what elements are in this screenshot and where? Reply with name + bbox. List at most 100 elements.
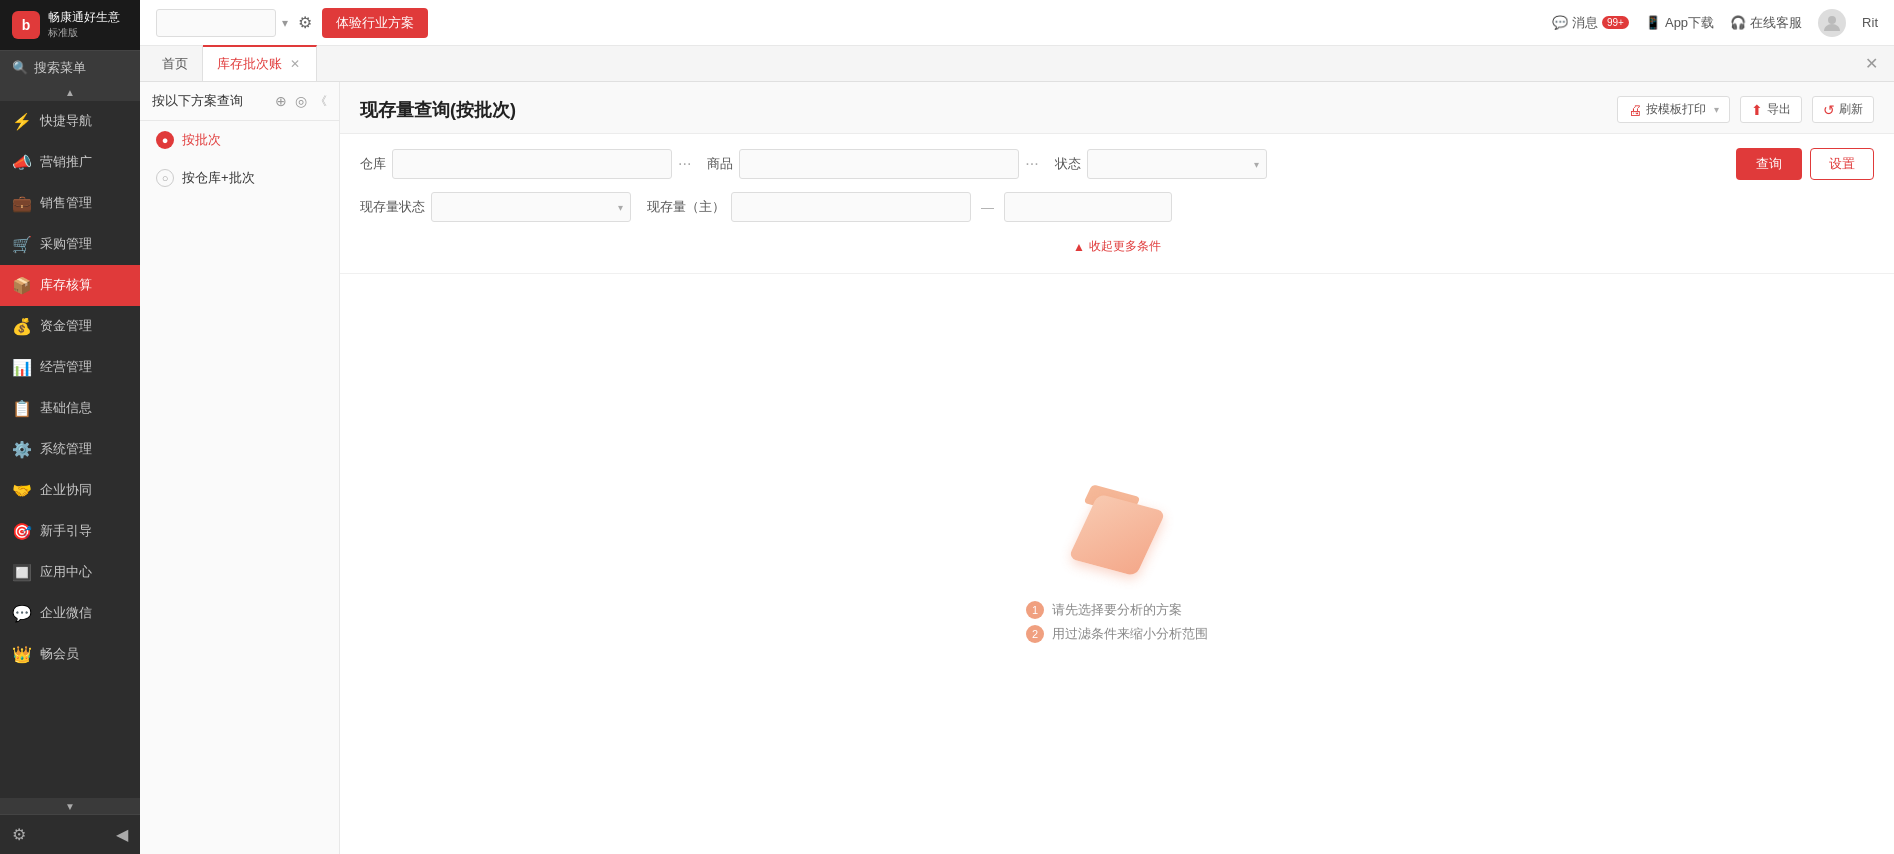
marketing-icon: 📣 [12, 153, 32, 172]
sidebar-item-label: 销售管理 [40, 194, 92, 212]
inventory-main-dash: — [977, 200, 998, 215]
sidebar-scroll-down[interactable]: ▼ [0, 798, 140, 814]
left-panel: 按以下方案查询 ⊕ ◎ 《 ● 按批次 ○ 按仓库+批次 [140, 82, 340, 854]
search-icon: 🔍 [12, 60, 28, 75]
product-dots[interactable]: ··· [1025, 155, 1038, 173]
scheme-item-by-batch[interactable]: ● 按批次 [140, 121, 339, 159]
filter-row-2: 现存量状态 ▾ 现存量（主） — [360, 192, 1874, 222]
scheme-item-by-warehouse-batch[interactable]: ○ 按仓库+批次 [140, 159, 339, 197]
query-button[interactable]: 查询 [1736, 148, 1802, 180]
sidebar-item-system[interactable]: ⚙️ 系统管理 [0, 429, 140, 470]
inventory-main-from-input[interactable] [731, 192, 971, 222]
collapse-more-label: 收起更多条件 [1089, 238, 1161, 255]
collapse-up-icon: ▲ [1073, 240, 1085, 254]
basic-info-icon: 📋 [12, 399, 32, 418]
avatar[interactable] [1818, 9, 1846, 37]
hint-item-2: 2 用过滤条件来缩小分析范围 [1026, 625, 1208, 643]
topbar-actions: 💬 消息 99+ 📱 App下载 🎧 在线客服 Rit [1552, 9, 1878, 37]
sidebar-item-quick-nav[interactable]: ⚡ 快捷导航 [0, 101, 140, 142]
export-button[interactable]: ⬆ 导出 [1740, 96, 1802, 123]
sidebar-item-operations[interactable]: 📊 经营管理 [0, 347, 140, 388]
sidebar: b 畅康通好生意 标准版 🔍 搜索菜单 ▲ ⚡ 快捷导航 📣 营销推广 💼 销售… [0, 0, 140, 854]
tab-close-right-icon[interactable]: ✕ [1857, 54, 1886, 73]
left-panel-title: 按以下方案查询 [152, 92, 243, 110]
sidebar-item-label: 系统管理 [40, 440, 92, 458]
online-service-label: 在线客服 [1750, 14, 1802, 32]
refresh-icon: ↺ [1823, 102, 1835, 118]
sidebar-item-member[interactable]: 👑 畅会员 [0, 634, 140, 675]
warehouse-filter: 仓库 ··· [360, 149, 691, 179]
app-center-icon: 🔲 [12, 563, 32, 582]
sidebar-item-sales[interactable]: 💼 销售管理 [0, 183, 140, 224]
collapse-panel-icon[interactable]: 《 [315, 93, 327, 110]
tab-home[interactable]: 首页 [148, 46, 203, 82]
sidebar-item-label: 畅会员 [40, 645, 79, 663]
settings-scheme-icon[interactable]: ◎ [295, 93, 307, 109]
breadcrumb-input[interactable] [156, 9, 276, 37]
sidebar-item-inventory[interactable]: 📦 库存核算 [0, 265, 140, 306]
empty-illustration [1067, 485, 1167, 585]
sidebar-item-newbie[interactable]: 🎯 新手引导 [0, 511, 140, 552]
inventory-main-label: 现存量（主） [647, 198, 725, 216]
collapse-more-btn[interactable]: ▲ 收起更多条件 [360, 234, 1874, 263]
settings-icon[interactable]: ⚙ [12, 825, 26, 844]
messages-btn[interactable]: 💬 消息 99+ [1552, 14, 1629, 32]
sidebar-item-label: 企业协同 [40, 481, 92, 499]
app-download-icon: 📱 [1645, 15, 1661, 30]
sidebar-item-enterprise-wechat[interactable]: 💬 企业微信 [0, 593, 140, 634]
online-service-btn[interactable]: 🎧 在线客服 [1730, 14, 1802, 32]
topbar-gear-icon[interactable]: ⚙ [298, 13, 312, 32]
tab-inventory-batch-label: 库存批次账 [217, 55, 282, 73]
settings-button[interactable]: 设置 [1810, 148, 1874, 180]
empty-hints: 1 请先选择要分析的方案 2 用过滤条件来缩小分析范围 [1026, 601, 1208, 643]
warehouse-dots[interactable]: ··· [678, 155, 691, 173]
inventory-status-select[interactable] [431, 192, 631, 222]
app-download-btn[interactable]: 📱 App下载 [1645, 14, 1714, 32]
sidebar-item-app-center[interactable]: 🔲 应用中心 [0, 552, 140, 593]
sidebar-item-marketing[interactable]: 📣 营销推广 [0, 142, 140, 183]
warehouse-input[interactable] [392, 149, 672, 179]
product-input[interactable] [739, 149, 1019, 179]
page-title: 现存量查询(按批次) [360, 98, 516, 122]
status-select-wrap: ▾ [1087, 149, 1267, 179]
filter-row-1: 仓库 ··· 商品 ··· 状态 [360, 148, 1874, 180]
hint-item-1: 1 请先选择要分析的方案 [1026, 601, 1208, 619]
tab-close-icon[interactable]: ✕ [288, 57, 302, 71]
hint-text-1: 请先选择要分析的方案 [1052, 601, 1182, 619]
trial-button[interactable]: 体验行业方案 [322, 8, 428, 38]
left-panel-icons: ⊕ ◎ 《 [275, 93, 327, 110]
search-label: 搜索菜单 [34, 59, 86, 77]
collapse-sidebar-icon[interactable]: ◀ [116, 825, 128, 844]
refresh-button[interactable]: ↺ 刷新 [1812, 96, 1874, 123]
tab-inventory-batch[interactable]: 库存批次账 ✕ [203, 45, 317, 81]
table-area: 1 请先选择要分析的方案 2 用过滤条件来缩小分析范围 [340, 274, 1894, 854]
status-select[interactable] [1087, 149, 1267, 179]
sidebar-item-label: 企业微信 [40, 604, 92, 622]
sidebar-scroll-up[interactable]: ▲ [0, 85, 140, 101]
breadcrumb-chevron-icon[interactable]: ▾ [282, 16, 288, 30]
sidebar-item-basic-info[interactable]: 📋 基础信息 [0, 388, 140, 429]
operations-icon: 📊 [12, 358, 32, 377]
status-filter: 状态 ▾ [1055, 149, 1267, 179]
print-chevron-icon[interactable]: ▾ [1714, 104, 1719, 115]
export-icon: ⬆ [1751, 102, 1763, 118]
sidebar-header: b 畅康通好生意 标准版 [0, 0, 140, 51]
username-label[interactable]: Rit [1862, 15, 1878, 30]
sidebar-brand: 畅康通好生意 标准版 [48, 10, 120, 40]
sidebar-search[interactable]: 🔍 搜索菜单 [0, 51, 140, 85]
tab-home-label: 首页 [162, 55, 188, 73]
messages-badge: 99+ [1602, 16, 1629, 29]
messages-label: 消息 [1572, 14, 1598, 32]
filter-actions: 查询 设置 [1736, 148, 1874, 180]
print-button[interactable]: 🖨 按模板打印 ▾ [1617, 96, 1730, 123]
sidebar-item-enterprise[interactable]: 🤝 企业协同 [0, 470, 140, 511]
sidebar-item-label: 快捷导航 [40, 112, 92, 130]
tabbar: 首页 库存批次账 ✕ ✕ [140, 46, 1894, 82]
add-scheme-icon[interactable]: ⊕ [275, 93, 287, 109]
messages-icon: 💬 [1552, 15, 1568, 30]
inventory-main-to-input[interactable] [1004, 192, 1172, 222]
sidebar-item-purchase[interactable]: 🛒 采购管理 [0, 224, 140, 265]
headset-icon: 🎧 [1730, 15, 1746, 30]
scheme-inactive-dot: ○ [156, 169, 174, 187]
sidebar-item-finance[interactable]: 💰 资金管理 [0, 306, 140, 347]
